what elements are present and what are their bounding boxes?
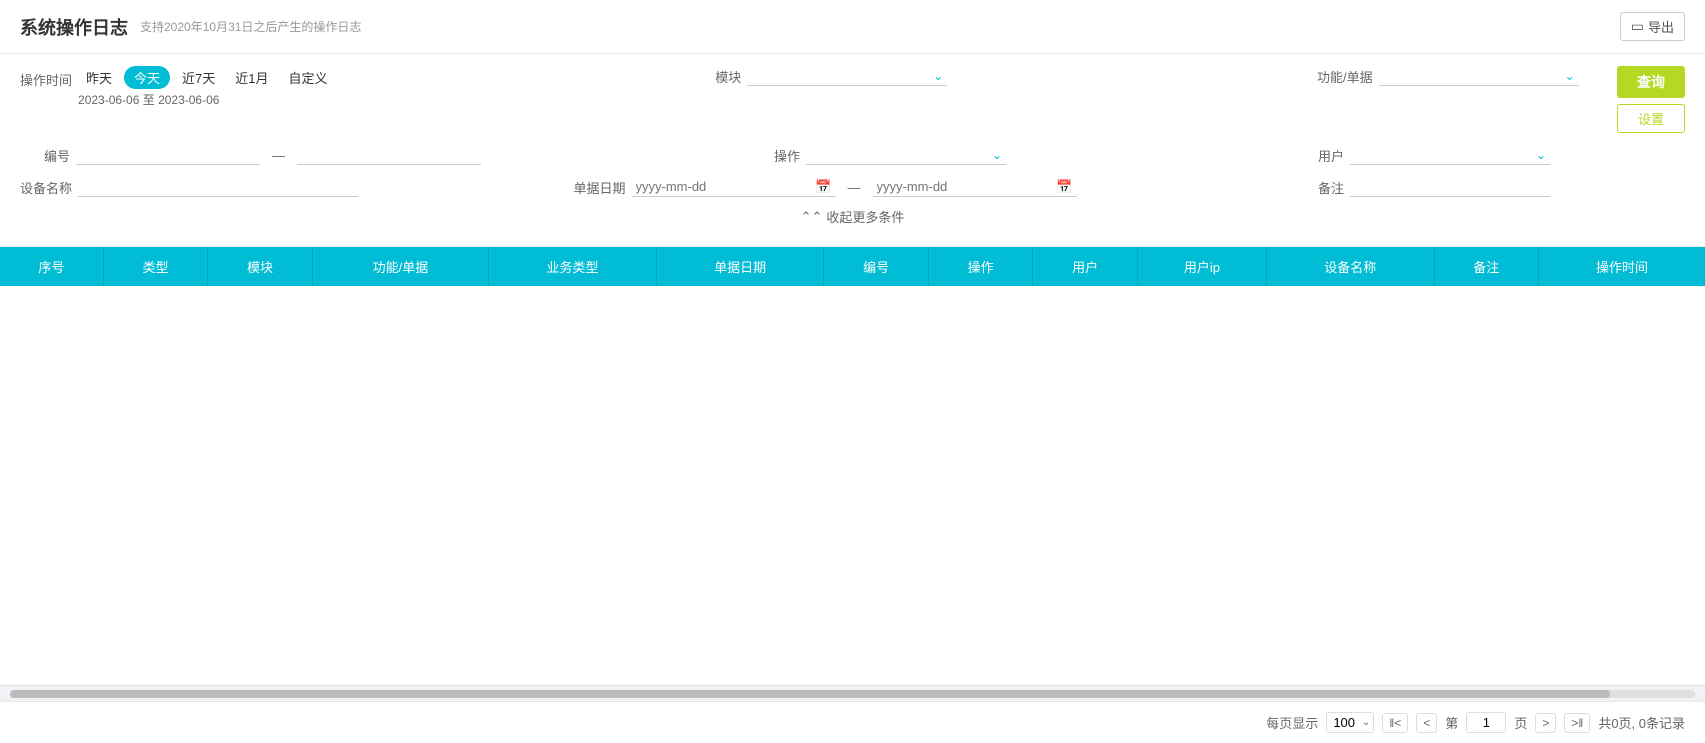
operation-filter: 操作 ⌄ <box>745 145 1025 165</box>
time-btn-7days[interactable]: 近7天 <box>174 66 223 89</box>
settings-button[interactable]: 设置 <box>1617 104 1685 133</box>
time-btn-1month[interactable]: 近1月 <box>227 66 276 89</box>
module-select-wrap: ⌄ <box>747 66 947 86</box>
date-to-input[interactable] <box>873 177 1077 197</box>
page-title: 系统操作日志 <box>20 14 128 40</box>
col-op-time: 操作时间 <box>1539 247 1705 286</box>
pagination-bar: 每页显示 100 50 200 ⌄ ‖< < 第 页 > >‖ 共0页, 0条记… <box>0 701 1705 743</box>
time-filter-section: 操作时间 昨天 今天 近7天 近1月 自定义 2023-06-06 至 2023… <box>20 66 336 108</box>
page-next-button[interactable]: > <box>1535 713 1556 733</box>
module-label: 模块 <box>686 67 741 86</box>
time-buttons-row: 昨天 今天 近7天 近1月 自定义 <box>78 66 336 89</box>
remark-label: 备注 <box>1289 178 1344 197</box>
col-number: 编号 <box>824 247 928 286</box>
col-user: 用户 <box>1033 247 1137 286</box>
device-label: 设备名称 <box>20 178 72 197</box>
scrollbar-thumb[interactable] <box>10 690 1610 698</box>
page-suffix: 页 <box>1514 713 1527 732</box>
page-label: 第 <box>1445 713 1458 732</box>
scrollbar-track[interactable] <box>10 690 1695 698</box>
user-label: 用户 <box>1289 146 1344 165</box>
number-dash: — <box>272 148 285 163</box>
page-size-select[interactable]: 100 50 200 <box>1326 712 1374 733</box>
calendar-from-icon[interactable]: 📅 <box>815 179 831 195</box>
voucher-date-label: 单据日期 <box>571 178 626 197</box>
number-label: 编号 <box>20 146 70 165</box>
collapse-icon: ⌃⌃ <box>801 209 823 225</box>
page-number-input[interactable] <box>1466 712 1506 733</box>
query-button[interactable]: 查询 <box>1617 66 1685 98</box>
action-buttons: 查询 设置 <box>1617 66 1685 133</box>
remark-filter: 备注 <box>1289 177 1569 197</box>
export-label: 导出 <box>1648 17 1674 36</box>
page-subtitle: 支持2020年10月31日之后产生的操作日志 <box>140 18 361 35</box>
user-filter: 用户 ⌄ <box>1289 145 1569 165</box>
page-prev-button[interactable]: < <box>1416 713 1437 733</box>
col-seq: 序号 <box>0 247 103 286</box>
scrollbar-area <box>0 685 1705 701</box>
col-type: 类型 <box>103 247 207 286</box>
feature-select[interactable] <box>1379 66 1579 86</box>
date-from-wrap: 📅 <box>632 177 836 197</box>
date-to-wrap: 📅 <box>873 177 1077 197</box>
device-input[interactable] <box>78 177 358 197</box>
col-module: 模块 <box>208 247 312 286</box>
module-filter: 模块 ⌄ <box>686 66 966 86</box>
voucher-date-filter: 单据日期 📅 — 📅 <box>571 177 1077 197</box>
number-input-from[interactable] <box>76 145 260 165</box>
col-remark: 备注 <box>1434 247 1538 286</box>
table-header: 序号 类型 模块 功能/单据 业务类型 单据日期 编号 操作 用户 用户ip 设… <box>0 247 1705 286</box>
col-voucher-date: 单据日期 <box>656 247 824 286</box>
device-filter: 设备名称 <box>20 177 358 197</box>
module-select[interactable] <box>747 66 947 86</box>
user-select-wrap: ⌄ <box>1350 145 1550 165</box>
feature-label: 功能/单据 <box>1317 67 1373 86</box>
export-button[interactable]: ▭ 导出 <box>1620 12 1685 41</box>
number-input-to[interactable] <box>297 145 481 165</box>
collapse-label: 收起更多条件 <box>826 207 904 226</box>
col-biz-type: 业务类型 <box>489 247 657 286</box>
time-btn-custom[interactable]: 自定义 <box>281 66 336 89</box>
time-options-group: 昨天 今天 近7天 近1月 自定义 2023-06-06 至 2023-06-0… <box>78 66 336 108</box>
time-label: 操作时间 <box>20 70 72 89</box>
operation-label: 操作 <box>745 146 800 165</box>
number-filter: 编号 — <box>20 145 481 165</box>
time-range-display: 2023-06-06 至 2023-06-06 <box>78 91 336 108</box>
operation-select[interactable] <box>806 145 1006 165</box>
export-icon: ▭ <box>1631 18 1644 35</box>
feature-select-wrap: ⌄ <box>1379 66 1579 86</box>
total-info: 共0页, 0条记录 <box>1598 713 1685 732</box>
feature-filter: 功能/单据 ⌄ <box>1317 66 1597 86</box>
filter-area: 操作时间 昨天 今天 近7天 近1月 自定义 2023-06-06 至 2023… <box>0 54 1705 247</box>
date-from-input[interactable] <box>632 177 836 197</box>
page-last-button[interactable]: >‖ <box>1564 713 1590 733</box>
operation-select-wrap: ⌄ <box>806 145 1006 165</box>
page-size-label: 每页显示 <box>1266 713 1318 732</box>
col-device: 设备名称 <box>1266 247 1434 286</box>
page-container: 系统操作日志 支持2020年10月31日之后产生的操作日志 ▭ 导出 操作时间 … <box>0 0 1705 743</box>
user-select[interactable] <box>1350 145 1550 165</box>
col-feature: 功能/单据 <box>312 247 488 286</box>
page-first-button[interactable]: ‖< <box>1382 713 1408 733</box>
table-section: 序号 类型 模块 功能/单据 业务类型 单据日期 编号 操作 用户 用户ip 设… <box>0 247 1705 685</box>
time-btn-today[interactable]: 今天 <box>124 66 170 89</box>
page-size-wrap: 100 50 200 ⌄ <box>1326 712 1374 733</box>
table-header-row: 序号 类型 模块 功能/单据 业务类型 单据日期 编号 操作 用户 用户ip 设… <box>0 247 1705 286</box>
header-title-row: 系统操作日志 支持2020年10月31日之后产生的操作日志 ▭ 导出 <box>20 12 1685 41</box>
col-operation: 操作 <box>928 247 1032 286</box>
collapse-button[interactable]: ⌃⌃ 收起更多条件 <box>801 207 905 226</box>
calendar-to-icon[interactable]: 📅 <box>1056 179 1072 195</box>
date-dash: — <box>848 180 861 195</box>
time-btn-yesterday[interactable]: 昨天 <box>78 66 120 89</box>
data-table: 序号 类型 模块 功能/单据 业务类型 单据日期 编号 操作 用户 用户ip 设… <box>0 247 1705 286</box>
collapse-row: ⌃⌃ 收起更多条件 <box>20 201 1685 234</box>
page-header: 系统操作日志 支持2020年10月31日之后产生的操作日志 ▭ 导出 <box>0 0 1705 54</box>
remark-input[interactable] <box>1350 177 1550 197</box>
empty-area <box>0 286 1705 626</box>
col-user-ip: 用户ip <box>1137 247 1266 286</box>
